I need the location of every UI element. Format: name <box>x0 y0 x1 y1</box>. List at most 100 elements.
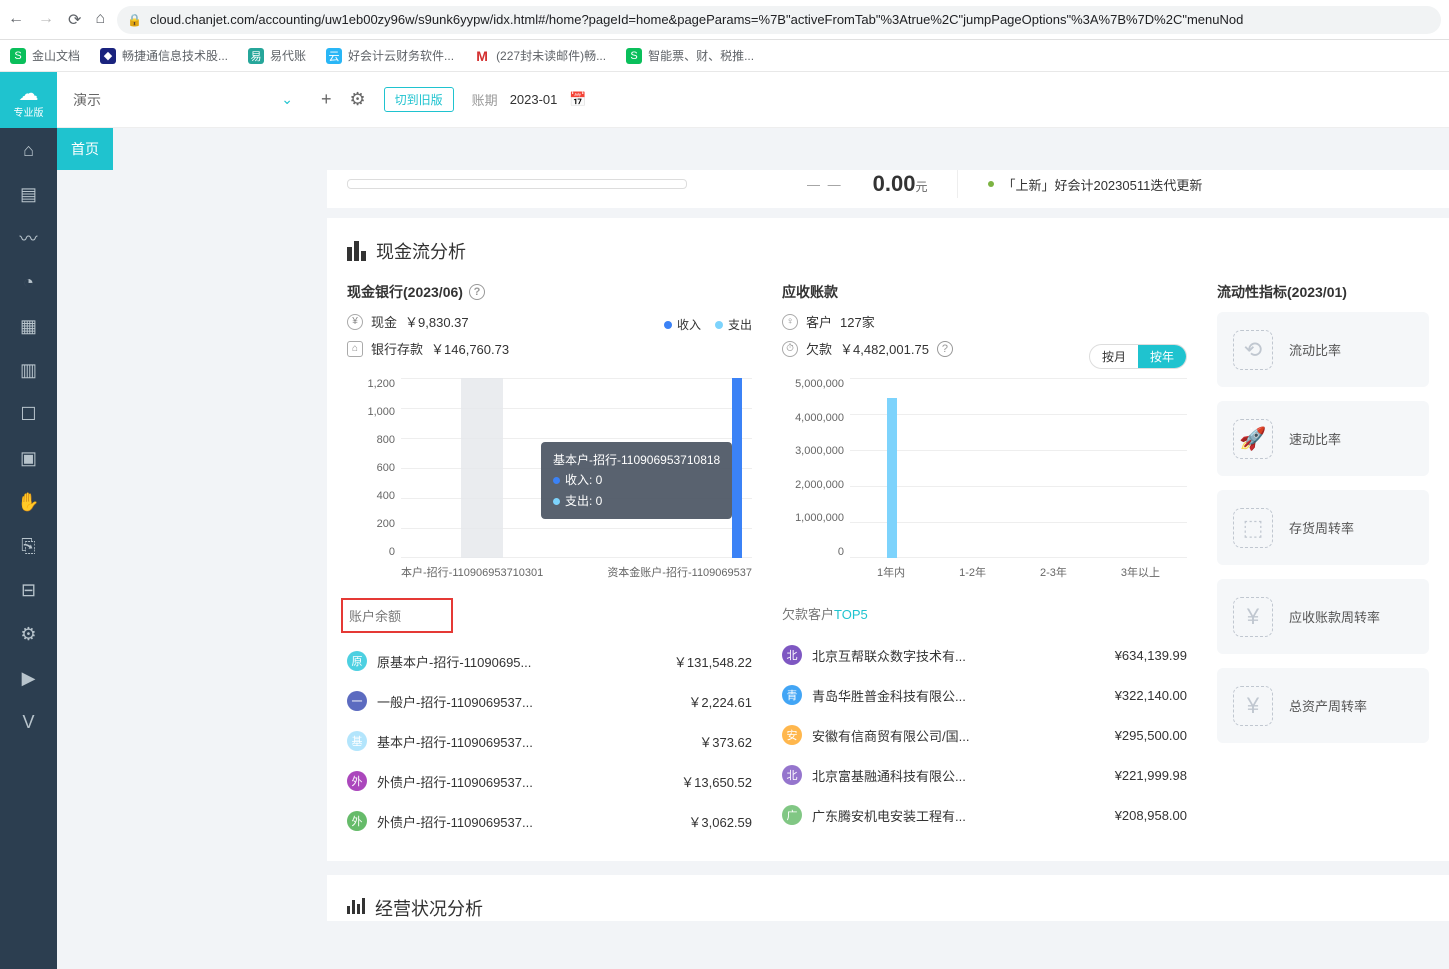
cash-bank-title: 现金银行(2023/06) ? <box>347 282 752 302</box>
settings-button[interactable]: ⚙ <box>350 89 366 110</box>
main-area: 演示 ⌄ + ⚙ 切到旧版 账期 2023-01 📅 首页 — — 0.00元 <box>57 72 1449 969</box>
liquidity-card[interactable]: 🚀速动比率 <box>1217 401 1429 476</box>
legend: 收入 支出 <box>664 316 752 333</box>
sidebar-item-report[interactable]: 〰 <box>0 216 57 260</box>
liquidity-card[interactable]: ¥应收账款周转率 <box>1217 579 1429 654</box>
list-item[interactable]: 广广东腾安机电安装工程有...¥208,958.00 <box>782 795 1187 835</box>
kpi-partial-row: — — 0.00元 「上新」好会计20230511迭代更新 <box>327 170 1449 208</box>
highlight-box: 账户余额 <box>341 598 453 633</box>
add-button[interactable]: + <box>321 89 332 110</box>
list-item[interactable]: 北北京富基融通科技有限公...¥221,999.98 <box>782 755 1187 795</box>
liquidity-card[interactable]: ¥总资产周转率 <box>1217 668 1429 743</box>
dot-icon <box>988 181 994 187</box>
tax-icon: S <box>626 48 642 64</box>
toggle-month[interactable]: 按月 <box>1090 345 1138 368</box>
cloud-icon: 云 <box>326 48 342 64</box>
app-logo[interactable]: ☁ 专业版 <box>0 72 57 128</box>
box-icon: ⬚ <box>1233 508 1273 548</box>
logo-text: 专业版 <box>14 104 44 119</box>
sidebar-item-closing[interactable]: ✋ <box>0 480 57 524</box>
legend-expense: 支出 <box>715 316 752 333</box>
list-item[interactable]: 外外债户-招行-1109069537...￥3,062.59 <box>347 801 752 841</box>
lock-icon: 🔒 <box>127 13 142 27</box>
sidebar-item-v[interactable]: V <box>0 700 57 744</box>
bookmark-item[interactable]: M(227封未读邮件)畅... <box>474 47 606 64</box>
badge-icon: 原 <box>347 651 367 671</box>
bookmark-item[interactable]: S金山文档 <box>10 47 80 64</box>
toggle-year[interactable]: 按年 <box>1138 345 1186 368</box>
list-item[interactable]: 一一般户-招行-1109069537...￥2,224.61 <box>347 681 752 721</box>
deposit-line: ⌂ 银行存款 ￥146,760.73 <box>347 339 752 358</box>
kpi-amount: 0.00元 <box>873 171 928 197</box>
help-icon[interactable]: ? <box>469 284 485 300</box>
help-icon[interactable]: ? <box>937 341 953 357</box>
bank-icon: ⌂ <box>347 341 363 357</box>
url-text: cloud.chanjet.com/accounting/uw1eb00zy96… <box>150 12 1243 27</box>
liquidity-card[interactable]: ⬚存货周转率 <box>1217 490 1429 565</box>
sidebar-item-archive[interactable]: ⎘ <box>0 524 57 568</box>
cash-bank-chart[interactable]: 1,2001,000800 6004002000 基本户-招行-11090695… <box>347 378 752 588</box>
cash-bank-column: 现金银行(2023/06) ? ¥ 现金 ￥9,830.37 ⌂ 银行存款 ￥1… <box>347 282 752 841</box>
bookmark-item[interactable]: ◆畅捷通信息技术股... <box>100 47 228 64</box>
liquidity-column: 流动性指标(2023/01) ⟲流动比率 🚀速动比率 ⬚存货周转率 ¥应收账款周… <box>1217 282 1429 841</box>
period-selector[interactable]: 账期 2023-01 📅 <box>472 90 587 109</box>
topbar: 演示 ⌄ + ⚙ 切到旧版 账期 2023-01 📅 <box>57 72 1449 128</box>
sidebar-item-home[interactable]: ⌂ <box>0 128 57 172</box>
bookmark-item[interactable]: 云好会计云财务软件... <box>326 47 454 64</box>
home-button[interactable]: ⌂ <box>95 10 105 30</box>
old-version-button[interactable]: 切到旧版 <box>384 87 454 112</box>
sidebar-item-invoice[interactable]: ☐ <box>0 392 57 436</box>
book-icon: 易 <box>248 48 264 64</box>
sidebar-item-print[interactable]: ⊟ <box>0 568 57 612</box>
bar-chart-icon <box>347 241 366 261</box>
clock-icon: ⏱ <box>782 341 798 357</box>
left-sidebar: ☁ 专业版 ⌂ ▤ 〰 ◔ ▦ ▥ ☐ ▣ ✋ ⎘ ⊟ ⚙ ▶ V <box>0 72 57 969</box>
search-box-placeholder[interactable] <box>347 179 687 189</box>
badge-icon: 基 <box>347 731 367 751</box>
reload-button[interactable]: ⟳ <box>68 10 81 30</box>
address-bar[interactable]: 🔒 cloud.chanjet.com/accounting/uw1eb00zy… <box>117 6 1441 34</box>
list-item[interactable]: 北北京互帮联众数字技术有...¥634,139.99 <box>782 635 1187 675</box>
bookmark-label: 好会计云财务软件... <box>348 47 454 64</box>
list-item[interactable]: 原原基本户-招行-11090695...￥131,548.22 <box>347 641 752 681</box>
bookmark-item[interactable]: 易易代账 <box>248 47 306 64</box>
browser-toolbar: ← → ⟳ ⌂ 🔒 cloud.chanjet.com/accounting/u… <box>0 0 1449 40</box>
sidebar-item-voucher[interactable]: ▤ <box>0 172 57 216</box>
list-item[interactable]: 安安徽有信商贸有限公司/国...¥295,500.00 <box>782 715 1187 755</box>
list-item[interactable]: 青青岛华胜普金科技有限公...¥322,140.00 <box>782 675 1187 715</box>
shield-icon: ◆ <box>100 48 116 64</box>
bar-income <box>732 378 742 558</box>
divider <box>957 170 958 198</box>
sidebar-item-settings[interactable]: ⚙ <box>0 612 57 656</box>
tab-home[interactable]: 首页 <box>57 128 113 170</box>
bookmark-item[interactable]: S智能票、财、税推... <box>626 47 754 64</box>
section-title-text: 现金流分析 <box>376 238 466 264</box>
list-item[interactable]: 外外债户-招行-1109069537...￥13,650.52 <box>347 761 752 801</box>
liquidity-card[interactable]: ⟲流动比率 <box>1217 312 1429 387</box>
receivables-chart[interactable]: 5,000,0004,000,0003,000,000 2,000,0001,0… <box>782 378 1187 588</box>
sidebar-item-funds[interactable]: ◔ <box>0 260 57 304</box>
nav-arrows: ← → ⟳ ⌂ <box>8 10 105 30</box>
liquidity-title: 流动性指标(2023/01) <box>1217 282 1429 302</box>
money-icon: ¥ <box>1233 597 1273 637</box>
badge-icon: 北 <box>782 765 802 785</box>
sidebar-item-tax[interactable]: ▣ <box>0 436 57 480</box>
forward-button[interactable]: → <box>38 10 54 30</box>
sidebar-item-salary[interactable]: ▥ <box>0 348 57 392</box>
period-value: 2023-01 <box>510 92 558 107</box>
customer-line: ♀ 客户 127家 <box>782 312 1187 331</box>
content-scroll[interactable]: — — 0.00元 「上新」好会计20230511迭代更新 现金流分析 <box>57 170 1449 969</box>
back-button[interactable]: ← <box>8 10 24 30</box>
news-item[interactable]: 「上新」好会计20230511迭代更新 <box>988 175 1202 194</box>
bookmarks-bar: S金山文档 ◆畅捷通信息技术股... 易易代账 云好会计云财务软件... M(2… <box>0 40 1449 72</box>
user-icon: ♀ <box>782 314 798 330</box>
company-dropdown[interactable]: 演示 ⌄ <box>73 90 303 110</box>
sidebar-item-assets[interactable]: ▦ <box>0 304 57 348</box>
y-axis: 5,000,0004,000,0003,000,000 2,000,0001,0… <box>782 378 844 558</box>
tabs-row: 首页 <box>57 128 1449 170</box>
x-axis: 1年内1-2年 2-3年3年以上 <box>850 564 1187 588</box>
list-item[interactable]: 基基本户-招行-1109069537...￥373.62 <box>347 721 752 761</box>
top5-title: 欠款客户TOP5 <box>782 604 1187 623</box>
sidebar-item-video[interactable]: ▶ <box>0 656 57 700</box>
bookmark-label: 易代账 <box>270 47 306 64</box>
